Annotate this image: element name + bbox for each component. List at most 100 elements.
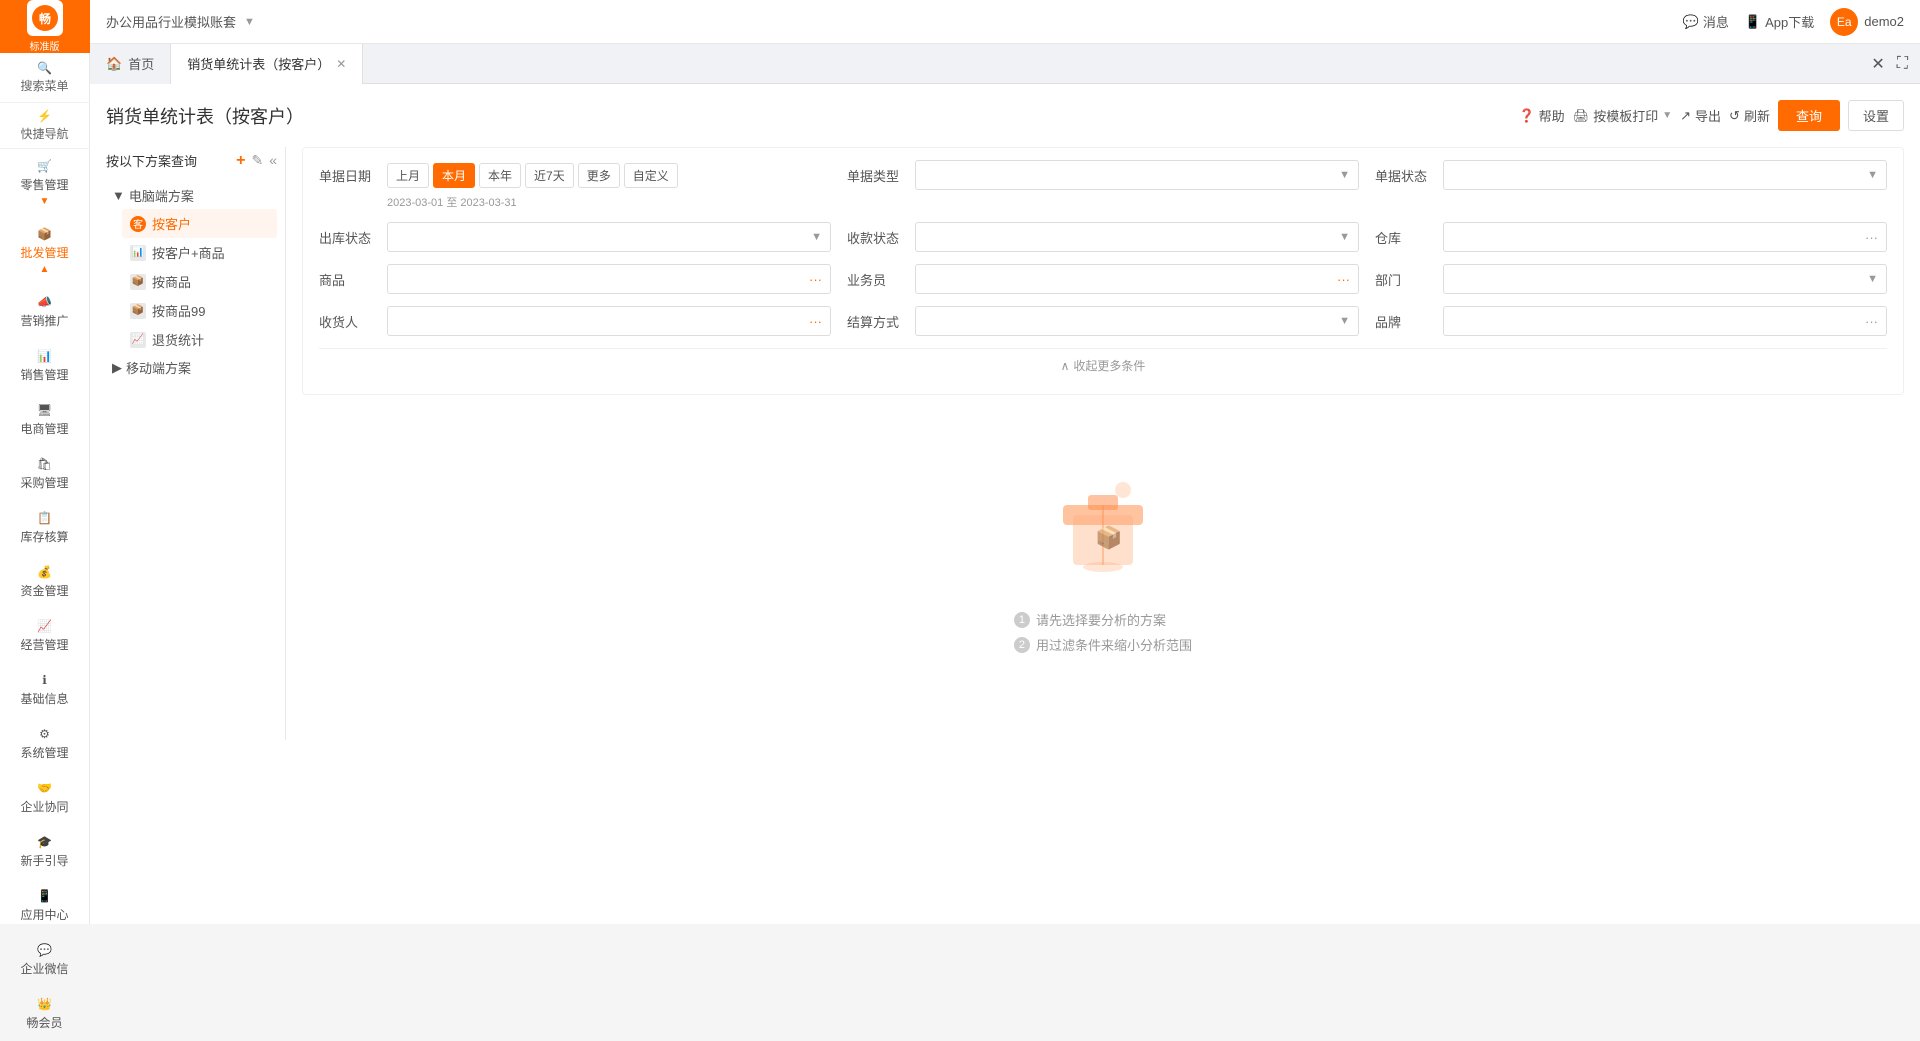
add-scheme-button[interactable]: + — [236, 152, 245, 170]
receiver-select[interactable]: ··· — [387, 306, 831, 336]
filter-order-status: 单据状态 ▼ — [1375, 160, 1887, 190]
sidebar-item-newuser[interactable]: 🎓 新手引导 — [0, 825, 90, 879]
newuser-icon: 🎓 — [37, 835, 52, 849]
order-status-select[interactable]: ▼ — [1443, 160, 1887, 190]
tip-num-1: 1 — [1014, 612, 1030, 628]
payment-select[interactable]: ▼ — [915, 306, 1359, 336]
sidebar-item-retail[interactable]: 🛒 零售管理 ▼ — [0, 149, 90, 217]
payment-label: 结算方式 — [847, 312, 907, 331]
sidebar-item-member[interactable]: 👑 畅会员 — [0, 987, 90, 1041]
sidebar-item-search[interactable]: 🔍 搜索菜单 — [0, 53, 90, 103]
tree-desktop-header[interactable]: ▼ 电脑端方案 — [106, 182, 277, 209]
tree-child-by-customer-goods[interactable]: 📊 按客户+商品 — [122, 238, 277, 267]
wholesale-icon: 📦 — [37, 227, 52, 241]
messages-button[interactable]: 💬 消息 — [1683, 12, 1729, 31]
date-btn-thisyear[interactable]: 本年 — [479, 163, 521, 188]
sidebar-item-marketing[interactable]: 📣 营销推广 — [0, 285, 90, 339]
query-button[interactable]: 查询 — [1778, 100, 1840, 131]
empty-state: 📦 1 请先选择要分析的方案 2 用过滤条件来缩小分析范围 — [302, 395, 1904, 740]
user-profile[interactable]: Ea demo2 — [1830, 8, 1904, 36]
date-range-text: 2023-03-01 至 2023-03-31 — [387, 197, 517, 209]
tabs-bar: 🏠 首页 销货单统计表（按客户） ✕ ✕ ⛶ — [90, 44, 1920, 84]
refresh-button[interactable]: ↺ 刷新 — [1729, 106, 1770, 125]
dept-label: 部门 — [1375, 270, 1435, 289]
sidebar-item-apps[interactable]: 📱 应用中心 — [0, 879, 90, 933]
tree-child-by-goods99[interactable]: 📦 按商品99 — [122, 296, 277, 325]
goods-dots[interactable]: ··· — [809, 272, 822, 287]
tab-close-button[interactable]: ✕ — [336, 57, 346, 71]
edit-scheme-button[interactable]: ✎ — [251, 152, 263, 170]
sidebar-item-operations[interactable]: 📈 经营管理 — [0, 609, 90, 663]
filter-dept: 部门 ▼ — [1375, 264, 1887, 294]
return-stats-icon: 📈 — [130, 332, 146, 348]
order-type-select[interactable]: ▼ — [915, 160, 1359, 190]
download-icon: 📱 — [1745, 14, 1761, 30]
sidebar-item-system[interactable]: ⚙ 系统管理 — [0, 717, 90, 771]
help-button[interactable]: ❓ 帮助 — [1518, 106, 1564, 125]
filter-order-type: 单据类型 ▼ — [847, 160, 1359, 190]
sidebar-item-quicknav[interactable]: ⚡ 快捷导航 — [0, 103, 90, 149]
tree-mobile-arrow: ▶ — [112, 360, 122, 376]
operations-icon: 📈 — [37, 619, 52, 633]
tree-child-return-stats[interactable]: 📈 退货统计 — [122, 325, 277, 354]
sidebar-item-purchase[interactable]: 🛍 采购管理 — [0, 447, 90, 501]
sidebar-basic-label: 基础信息 — [20, 690, 68, 707]
warehouse-dots[interactable]: ··· — [1865, 230, 1878, 245]
print-button[interactable]: 🖨 按模板打印 ▼ — [1573, 106, 1672, 125]
sidebar-item-wholesale[interactable]: 📦 批发管理 ▲ — [0, 217, 90, 285]
apps-icon: 📱 — [37, 889, 52, 903]
by-customer-goods-label: 按客户+商品 — [152, 243, 225, 262]
collapse-panel-button[interactable]: « — [269, 152, 277, 170]
sidebar-sales-label: 销售管理 — [20, 366, 68, 383]
sidebar-item-wechat[interactable]: 💬 企业微信 — [0, 933, 90, 987]
tip-num-2: 2 — [1014, 637, 1030, 653]
filter-row-4: 收货人 ··· 结算方式 ▼ — [319, 306, 1887, 336]
brand-dots[interactable]: ··· — [1865, 314, 1878, 329]
settings-button[interactable]: 设置 — [1848, 100, 1904, 131]
sidebar-item-basic[interactable]: ℹ 基础信息 — [0, 663, 90, 717]
sidebar-retail-label: 零售管理 — [20, 176, 68, 193]
sidebar-item-ecommerce[interactable]: 🖥 电商管理 — [0, 393, 90, 447]
sidebar-item-inventory[interactable]: 📋 库存核算 — [0, 501, 90, 555]
tab-maximize-button[interactable]: ⛶ — [1897, 55, 1908, 73]
tree-mobile-header[interactable]: ▶ 移动端方案 — [106, 354, 277, 381]
tree-child-by-customer[interactable]: 客 按客户 — [122, 209, 277, 238]
staff-select[interactable]: ··· — [915, 264, 1359, 294]
tab-sales-stat-label: 销货单统计表（按客户） — [187, 54, 330, 73]
sidebar-item-sales[interactable]: 📊 销售管理 — [0, 339, 90, 393]
app-download-button[interactable]: 📱 App下载 — [1745, 12, 1814, 31]
brand-select[interactable]: ··· — [1443, 306, 1887, 336]
workspace-selector[interactable]: 办公用品行业模拟账套 ▼ — [106, 12, 255, 31]
tab-home[interactable]: 🏠 首页 — [90, 44, 171, 84]
order-type-label: 单据类型 — [847, 166, 907, 185]
empty-tip-1: 1 请先选择要分析的方案 — [1014, 610, 1192, 629]
warehouse-select[interactable]: ··· — [1443, 222, 1887, 252]
warehouse-label: 仓库 — [1375, 228, 1435, 247]
receiver-dots[interactable]: ··· — [809, 314, 822, 329]
export-button[interactable]: ↗ 导出 — [1680, 106, 1721, 125]
page-title: 销货单统计表（按客户） — [106, 103, 304, 129]
date-btn-7days[interactable]: 近7天 — [525, 163, 574, 188]
date-btn-custom[interactable]: 自定义 — [624, 163, 678, 188]
search-icon: 🔍 — [37, 61, 52, 75]
sidebar-item-enterprise[interactable]: 🤝 企业协同 — [0, 771, 90, 825]
tab-sales-stat[interactable]: 销货单统计表（按客户） ✕ — [171, 44, 363, 84]
order-status-label: 单据状态 — [1375, 166, 1435, 185]
date-btn-thismonth[interactable]: 本月 — [433, 163, 475, 188]
date-btn-lastmonth[interactable]: 上月 — [387, 163, 429, 188]
system-icon: ⚙ — [39, 727, 50, 741]
sidebar-item-finance[interactable]: 💰 资金管理 — [0, 555, 90, 609]
collect-status-select[interactable]: ▼ — [915, 222, 1359, 252]
tab-close-main-button[interactable]: ✕ — [1871, 54, 1884, 74]
print-dropdown-arrow: ▼ — [1662, 110, 1672, 121]
by-goods-label: 按商品 — [152, 272, 191, 291]
tree-child-by-goods[interactable]: 📦 按商品 — [122, 267, 277, 296]
date-btn-more[interactable]: 更多 — [578, 163, 620, 188]
goods-select[interactable]: ··· — [387, 264, 831, 294]
staff-dots[interactable]: ··· — [1337, 272, 1350, 287]
collapse-filters-button[interactable]: ∧ 收起更多条件 — [319, 348, 1887, 382]
ship-status-select[interactable]: ▼ — [387, 222, 831, 252]
tab-home-label: 首页 — [128, 54, 154, 73]
sidebar-ecommerce-label: 电商管理 — [20, 420, 68, 437]
dept-select[interactable]: ▼ — [1443, 264, 1887, 294]
